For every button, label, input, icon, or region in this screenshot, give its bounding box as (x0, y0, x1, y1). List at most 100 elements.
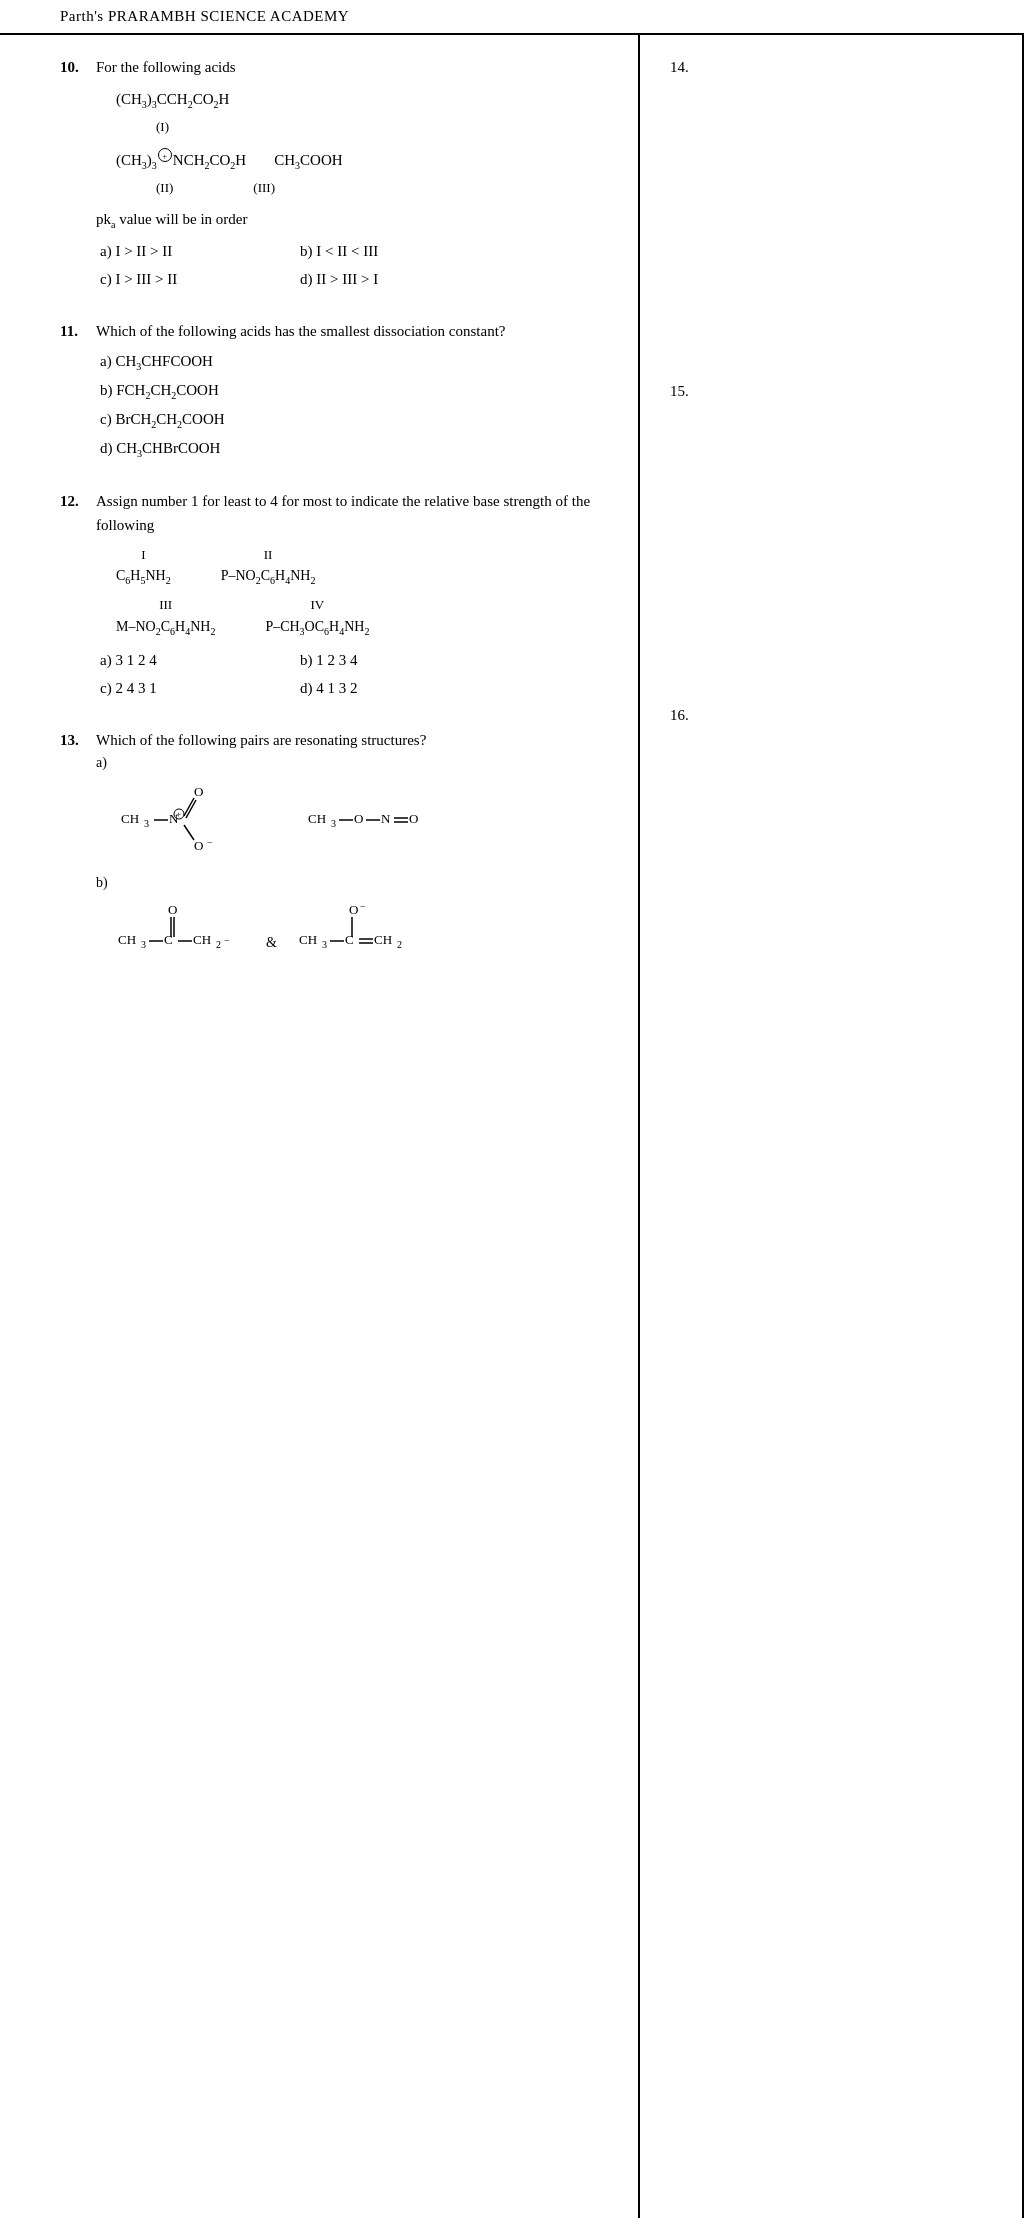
q10-formula1-line: (CH3)3CCH2CO2H (116, 87, 598, 113)
q12-name-I: C6H5NH2 (116, 565, 171, 589)
plus-charge: + (158, 148, 172, 162)
q10-labels-row: (II) (III) (156, 178, 598, 199)
q10-option-row2: c) I > III > II d) II > III > I (100, 267, 598, 291)
svg-text:N: N (381, 811, 391, 826)
question-12: 12. Assign number 1 for least to 4 for m… (60, 489, 598, 704)
svg-text:3: 3 (144, 818, 149, 829)
q12-compound-row1: I C6H5NH2 II P–NO2C6H4NH2 (116, 545, 598, 590)
q10-label1: (I) (156, 117, 598, 138)
question-11: 11. Which of the following acids has the… (60, 319, 598, 465)
q12-roman-II: II (264, 545, 273, 566)
q12-opt-b: b) 1 2 3 4 (300, 648, 460, 672)
q11-options: a) CH3CHFCOOH b) FCH2CH2COOH c) BrCH2CH2… (100, 349, 598, 462)
q13-struct-b2: CH 3 C O − (297, 899, 427, 989)
svg-text:−: − (224, 935, 230, 946)
svg-text:CH: CH (374, 932, 392, 947)
q13-b-structures: CH 3 C O (116, 899, 598, 989)
q12-comp-II: II P–NO2C6H4NH2 (221, 545, 316, 590)
q13-text: Which of the following pairs are resonat… (96, 732, 426, 748)
q13-struct-a2: CH 3 O N O (306, 788, 456, 848)
q13-row: 13. Which of the following pairs are res… (60, 728, 598, 1003)
q12-option-row2: c) 2 4 3 1 d) 4 1 3 2 (100, 676, 598, 700)
q12-roman-IV: IV (311, 595, 325, 616)
svg-text:O: O (194, 838, 203, 853)
q12-opt-c: c) 2 4 3 1 (100, 676, 260, 700)
q10-options: a) I > II > II b) I < II < III c) I > II… (100, 239, 598, 291)
svg-text:O: O (349, 902, 358, 917)
page-container: Parth's PRARAMBH SCIENCE ACADEMY 10. For… (0, 0, 1024, 2218)
q10-formula2: (CH3)3+NCH2CO2H (116, 148, 246, 174)
q11-number: 11. (60, 319, 92, 465)
q16-number: 16. (670, 707, 689, 723)
q10-formula3: CH3COOH (274, 148, 342, 174)
svg-text:O: O (354, 811, 363, 826)
q12-comp-III: III M–NO2C6H4NH2 (116, 595, 215, 640)
svg-text:3: 3 (322, 939, 327, 950)
q13-b-label: b) (96, 872, 598, 894)
q10-body: For the following acids (CH3)3CCH2CO2H (… (96, 55, 598, 295)
svg-line-9 (184, 825, 194, 840)
q12-row: 12. Assign number 1 for least to 4 for m… (60, 489, 598, 704)
q12-opt-a: a) 3 1 2 4 (100, 648, 260, 672)
q10-formula2-line: (CH3)3+NCH2CO2H CH3COOH (116, 148, 598, 174)
q13-option-a: a) CH 3 (96, 752, 598, 858)
right-column: 14. 15. 16. (640, 35, 1024, 2218)
q12-roman-III: III (159, 595, 172, 616)
q11-opt-b: b) FCH2CH2COOH (100, 378, 598, 404)
q13-a-structures: CH 3 N + (116, 778, 598, 858)
svg-text:CH: CH (308, 811, 326, 826)
q12-roman-I: I (141, 545, 145, 566)
q12-number: 12. (60, 489, 92, 704)
q12-name-II: P–NO2C6H4NH2 (221, 565, 316, 589)
q10-row: 10. For the following acids (CH3)3CCH2CO… (60, 55, 598, 295)
q12-text: Assign number 1 for least to 4 for most … (96, 493, 590, 533)
q11-text: Which of the following acids has the sma… (96, 323, 506, 339)
q12-comp-IV: IV P–CH3OC6H4NH2 (265, 595, 369, 640)
svg-text:O: O (194, 784, 203, 799)
q11-opt-a: a) CH3CHFCOOH (100, 349, 598, 375)
q11-opt-d: d) CH3CHBrCOOH (100, 436, 598, 462)
q10-label2: (II) (156, 178, 173, 199)
q13-body: Which of the following pairs are resonat… (96, 728, 598, 1003)
svg-text:3: 3 (331, 818, 336, 829)
q13-b-amp: & (266, 932, 277, 954)
q10-pka: pka value will be in order (96, 207, 598, 233)
q11-body: Which of the following acids has the sma… (96, 319, 598, 465)
svg-text:O: O (168, 902, 177, 917)
svg-text:O: O (409, 811, 418, 826)
q16-placeholder: 16. (670, 703, 1002, 727)
q12-name-III: M–NO2C6H4NH2 (116, 616, 215, 640)
svg-text:CH: CH (193, 932, 211, 947)
question-10: 10. For the following acids (CH3)3CCH2CO… (60, 55, 598, 295)
q10-opt-d: d) II > III > I (300, 267, 460, 291)
svg-text:−: − (207, 837, 213, 848)
q11-opt-c: c) BrCH2CH2COOH (100, 407, 598, 433)
q12-options: a) 3 1 2 4 b) 1 2 3 4 c) 2 4 3 1 d) 4 1 … (100, 648, 598, 700)
svg-text:−: − (360, 901, 366, 912)
q12-compounds: I C6H5NH2 II P–NO2C6H4NH2 III (116, 545, 598, 640)
q10-formulas: (CH3)3CCH2CO2H (I) (CH3)3+NCH2CO2H CH3CO… (116, 87, 598, 199)
q10-number: 10. (60, 55, 92, 295)
header-title: Parth's PRARAMBH SCIENCE ACADEMY (60, 8, 349, 24)
svg-text:3: 3 (141, 939, 146, 950)
q11-row: 11. Which of the following acids has the… (60, 319, 598, 465)
q12-opt-d: d) 4 1 3 2 (300, 676, 460, 700)
q14-number: 14. (670, 59, 689, 75)
content-area: 10. For the following acids (CH3)3CCH2CO… (0, 35, 1024, 2218)
q10-opt-b: b) I < II < III (300, 239, 460, 263)
q13-struct-b1: CH 3 C O (116, 899, 246, 989)
svg-text:CH: CH (118, 932, 136, 947)
svg-text:2: 2 (397, 939, 402, 950)
q13-struct-a1: CH 3 N + (116, 778, 256, 858)
q12-comp-I: I C6H5NH2 (116, 545, 171, 590)
q10-opt-a: a) I > II > II (100, 239, 260, 263)
svg-text:CH: CH (299, 932, 317, 947)
q10-text: For the following acids (96, 59, 236, 75)
q12-name-IV: P–CH3OC6H4NH2 (265, 616, 369, 640)
q10-label3: (III) (253, 178, 275, 199)
q10-formula1: (CH3)3CCH2CO2H (116, 87, 229, 113)
svg-text:+: + (176, 809, 181, 819)
q10-opt-c: c) I > III > II (100, 267, 260, 291)
left-column: 10. For the following acids (CH3)3CCH2CO… (0, 35, 640, 2218)
q13-number: 13. (60, 728, 92, 1003)
